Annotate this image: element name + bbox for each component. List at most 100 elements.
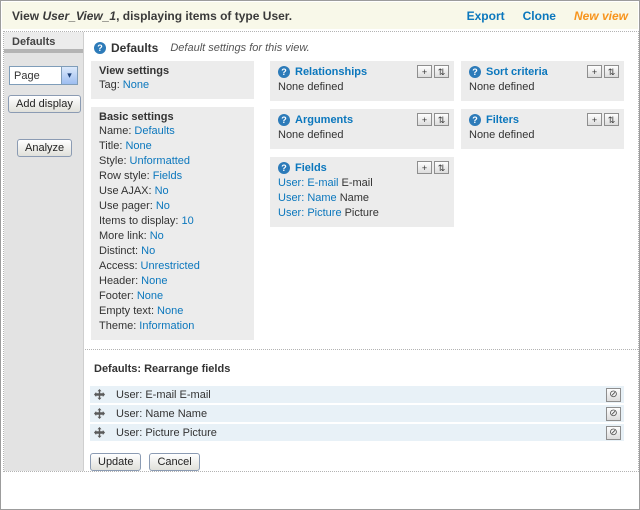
help-icon[interactable]: ? [469,113,481,126]
setting-value-link[interactable]: None [125,140,151,152]
empty-text: None defined [469,81,535,93]
rearrange-fields-section: Defaults: Rearrange fields User: E-mail … [85,349,638,471]
setting-label: Access: [99,260,138,272]
setting-value-link[interactable]: No [150,230,164,242]
display-type-select[interactable]: Page ▾ [9,66,78,85]
field-link[interactable]: User: Picture [278,207,342,219]
view-settings-box: View settings Tag: None [91,61,254,99]
update-button[interactable]: Update [90,453,142,471]
setting-value-link[interactable]: No [156,200,170,212]
add-button[interactable]: + [417,113,432,126]
rearrange-button[interactable]: ⇅ [434,161,449,174]
setting-row: Style: Unformatted [99,154,249,169]
add-button[interactable]: + [417,65,432,78]
basic-settings-title: Basic settings [99,111,174,123]
basic-settings-box: Basic settings Name: Defaults Title: None … [91,107,254,340]
field-row: User: Picture Picture [278,206,449,221]
setting-row: Access: Unrestricted [99,259,249,274]
view-title: View User_View_1, displaying items of ty… [12,9,292,23]
table-row: User: Name Name ⊘ [90,405,624,422]
move-icon [94,427,105,438]
arguments-title-link[interactable]: Arguments [295,114,353,126]
column-1: View settings Tag: None Basic settings Na… [91,61,254,348]
relationships-box: ? Relationships + ⇅ None defined [270,61,454,101]
move-icon [94,408,105,419]
setting-value-link[interactable]: None [141,275,167,287]
form-actions: Update Cancel [90,453,638,471]
fields-title-link[interactable]: Fields [295,162,327,174]
field-row: User: E-mail E-mail [278,176,449,191]
drag-handle[interactable] [94,408,105,419]
setting-row: Use pager: No [99,199,249,214]
help-icon[interactable]: ? [469,65,481,78]
view-name: User_View_1 [42,8,117,23]
table-row: User: E-mail E-mail ⊘ [90,386,624,403]
setting-label: Theme: [99,320,137,332]
rearrange-row-label: User: Name Name [116,407,208,420]
field-link[interactable]: User: Name [278,192,337,204]
setting-row: Tag: None [99,78,249,93]
displays-sidebar: Defaults Page ▾ Add display Analyze [4,32,84,471]
empty-text: None defined [278,81,344,93]
setting-label: Row style: [99,170,150,182]
chevron-down-icon[interactable]: ▾ [61,67,77,84]
rearrange-button[interactable]: ⇅ [604,113,619,126]
drag-handle[interactable] [94,389,105,400]
fields-box: ? Fields + ⇅ User: E-mail E-mail User: Na… [270,157,454,227]
relationships-title-link[interactable]: Relationships [295,66,367,78]
new-view-link[interactable]: New view [574,9,628,23]
field-link[interactable]: User: E-mail [278,177,339,189]
setting-label: Title: [99,140,123,152]
view-header: View User_View_1, displaying items of ty… [2,2,638,29]
drag-handle[interactable] [94,427,105,438]
setting-value-link[interactable]: 10 [181,215,193,227]
add-button[interactable]: + [587,113,602,126]
setting-value-link[interactable]: No [155,185,169,197]
setting-value-link[interactable]: Information [139,320,194,332]
setting-value-link[interactable]: None [157,305,183,317]
setting-value-link[interactable]: None [123,79,149,91]
help-icon[interactable]: ? [278,113,290,126]
rearrange-button[interactable]: ⇅ [604,65,619,78]
export-link[interactable]: Export [467,9,505,23]
setting-value-link[interactable]: Unformatted [130,155,191,167]
field-label: Picture [344,207,379,219]
help-icon[interactable]: ? [278,65,290,78]
setting-value-link[interactable]: No [141,245,155,257]
table-row: User: Picture Picture ⊘ [90,424,624,441]
remove-button[interactable]: ⊘ [606,387,621,402]
setting-value-link[interactable]: Defaults [134,125,174,137]
filters-title-link[interactable]: Filters [486,114,519,126]
analyze-button[interactable]: Analyze [17,139,73,157]
tab-defaults[interactable]: Defaults [4,32,83,53]
view-title-suffix: , displaying items of type User. [116,8,293,23]
setting-row: Theme: Information [99,319,249,334]
setting-row: Distinct: No [99,244,249,259]
clone-link[interactable]: Clone [523,9,556,23]
add-button[interactable]: + [587,65,602,78]
sort-criteria-title-link[interactable]: Sort criteria [486,66,548,78]
setting-value-link[interactable]: Fields [153,170,182,182]
setting-value-link[interactable]: None [137,290,163,302]
cancel-button[interactable]: Cancel [149,453,200,471]
header-links: Export Clone New view [467,9,628,23]
column-2: ? Relationships + ⇅ None defined ? Argum… [270,61,454,235]
rearrange-button[interactable]: ⇅ [434,113,449,126]
setting-value-link[interactable]: Unrestricted [141,260,200,272]
rearrange-button[interactable]: ⇅ [434,65,449,78]
rearrange-rows: User: E-mail E-mail ⊘ User: Name Name ⊘ … [90,386,624,441]
setting-row: Empty text: None [99,304,249,319]
add-button[interactable]: + [417,161,432,174]
remove-button[interactable]: ⊘ [606,425,621,440]
remove-button[interactable]: ⊘ [606,406,621,421]
display-title: Defaults [111,41,159,55]
help-icon[interactable]: ? [278,161,290,174]
field-label: Name [339,192,370,204]
display-description: Default settings for this view. [170,42,310,54]
setting-row: Items to display: 10 [99,214,249,229]
add-display-button[interactable]: Add display [8,95,81,113]
setting-label: Use pager: [99,200,153,212]
setting-label: Items to display: [99,215,179,227]
views-edit-page: View User_View_1, displaying items of ty… [0,0,640,510]
help-icon[interactable]: ? [94,42,106,54]
